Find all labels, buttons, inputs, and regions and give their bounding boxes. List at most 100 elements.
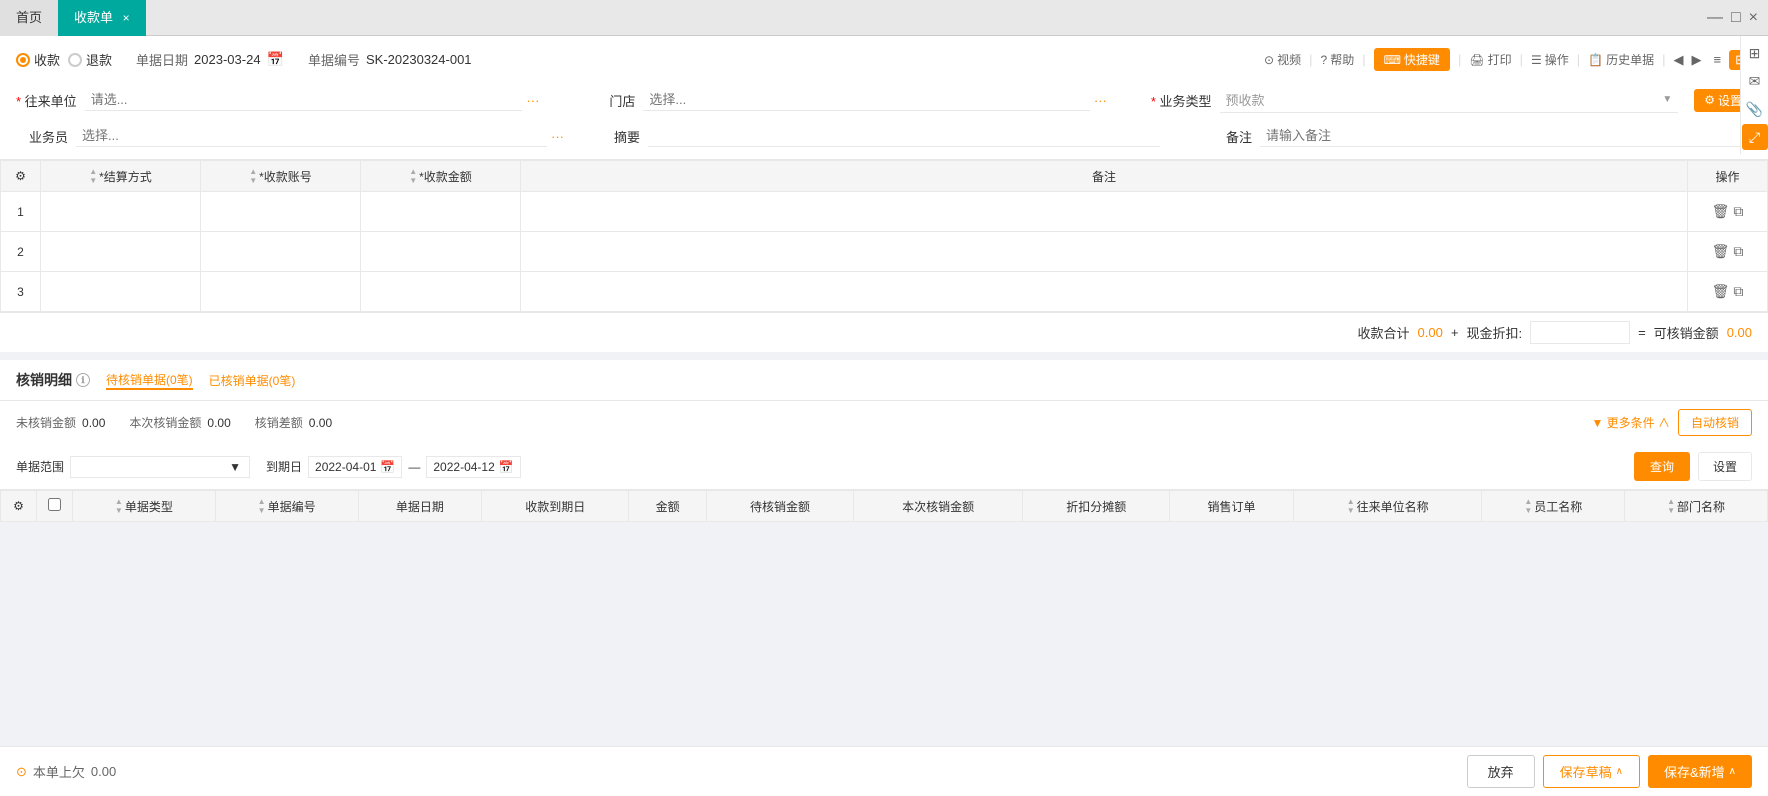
range-chevron-icon: ▼ — [229, 460, 241, 474]
history-link[interactable]: 📋 历史单据 — [1588, 51, 1654, 68]
cash-discount-input[interactable] — [1530, 321, 1630, 344]
tab-close-icon[interactable]: × — [123, 11, 130, 25]
row2-delete-icon[interactable]: 🗑 — [1712, 243, 1730, 260]
date-from-picker[interactable]: 2022-04-01 📅 — [308, 456, 402, 478]
verif-title-text: 核销明细 — [16, 370, 72, 390]
date-value: 2023-03-24 — [194, 52, 261, 67]
counterpart-label: 往来单位 — [16, 91, 85, 110]
th-settings[interactable]: ⚙ — [1, 161, 41, 192]
date-label: 单据日期 — [136, 50, 188, 69]
sum-plus: + — [1451, 325, 1459, 340]
counterpart-field: 往来单位 ··· — [16, 89, 543, 111]
save-new-button[interactable]: 保存&新增 ∧ — [1648, 755, 1752, 788]
radio-receipt-label: 收款 — [34, 50, 60, 69]
abandon-button[interactable]: 放弃 — [1467, 755, 1535, 788]
row1-delete-icon[interactable]: 🗑 — [1712, 203, 1730, 220]
verif-stats-row: 未核销金额 0.00 本次核销金额 0.00 核销差额 0.00 ▼ 更多条件 … — [0, 401, 1768, 444]
date-to-picker[interactable]: 2022-04-12 📅 — [426, 456, 520, 478]
sep4: | — [1520, 52, 1523, 67]
header-actions: ⊙ 视频 | ? 帮助 | ⌨ 快捷键 | 🖨 打印 | — [1264, 48, 1752, 71]
bth-settings[interactable]: ⚙ — [1, 491, 37, 522]
th-settlement: ▲▼ *结算方式 — [41, 161, 201, 192]
row3-account[interactable] — [201, 272, 361, 312]
counterpart-dots[interactable]: ··· — [522, 93, 543, 108]
row2-settlement[interactable] — [41, 232, 201, 272]
row2-copy-icon[interactable]: ⧉ — [1733, 243, 1743, 260]
tab-receipt[interactable]: 收款单 × — [58, 0, 146, 36]
verif-table: ⚙ ▲▼ 单据类型 ▲▼ — [0, 490, 1768, 522]
sidebar-table-icon[interactable]: ⊞ — [1742, 40, 1768, 66]
operation-link[interactable]: ☰ 操作 — [1531, 51, 1569, 68]
help-link[interactable]: ? 帮助 — [1321, 51, 1355, 68]
summary-input[interactable] — [648, 125, 1160, 147]
history-icon: 📋 — [1588, 53, 1603, 67]
table-row: 1 🗑 ⧉ — [1, 192, 1768, 232]
shortcut-button[interactable]: ⌨ 快捷键 — [1374, 48, 1450, 71]
row2-remark[interactable] — [521, 232, 1688, 272]
form-row-1: 往来单位 ··· 门店 ··· 业务类型 预收款 ▼ ⚙ — [16, 83, 1752, 117]
stat-diff-label: 核销差额 — [255, 414, 303, 431]
row1-remark[interactable] — [521, 192, 1688, 232]
sidebar-email-icon[interactable]: ✉ — [1742, 68, 1768, 94]
radio-refund[interactable]: 退款 — [68, 50, 112, 69]
remark-input[interactable] — [1260, 125, 1752, 147]
video-link[interactable]: ⊙ 视频 — [1264, 51, 1301, 68]
view-switch-icon[interactable]: ≡ — [1714, 52, 1722, 67]
tab-home[interactable]: 首页 — [0, 0, 58, 36]
verif-table-container: ⚙ ▲▼ 单据类型 ▲▼ — [0, 490, 1768, 522]
verif-setting-button[interactable]: 设置 — [1698, 452, 1752, 481]
store-input[interactable] — [643, 89, 1089, 111]
bottom-info: ⊙ 本单上欠 0.00 — [16, 762, 116, 781]
row3-settlement[interactable] — [41, 272, 201, 312]
summary-label: 摘要 — [608, 127, 648, 146]
verif-settings-icon: ⚙ — [13, 499, 24, 513]
number-value: SK-20230324-001 — [366, 52, 472, 67]
nav-prev-icon[interactable]: ◀ — [1674, 52, 1684, 68]
calendar-icon[interactable]: 📅 — [267, 51, 284, 68]
gear-icon: ⚙ — [1704, 93, 1715, 107]
sep5: | — [1577, 52, 1580, 67]
select-all-checkbox[interactable] — [48, 498, 61, 511]
sidebar-expand-icon[interactable]: ⤢ — [1742, 124, 1768, 150]
bth-due-date: 收款到期日 — [482, 491, 629, 522]
counterpart-input[interactable] — [85, 89, 523, 111]
bth-checkbox — [37, 491, 73, 522]
video-label: 视频 — [1277, 51, 1301, 68]
salesperson-input[interactable] — [76, 125, 547, 147]
sum-label2: 现金折扣: — [1466, 323, 1522, 342]
tab-pending[interactable]: 待核销单据(0笔) — [106, 371, 193, 390]
radio-receipt[interactable]: 收款 — [16, 50, 60, 69]
business-type-select[interactable]: 预收款 ▼ — [1220, 87, 1679, 113]
row3-remark[interactable] — [521, 272, 1688, 312]
nav-next-icon[interactable]: ▶ — [1692, 52, 1702, 68]
row1-amount[interactable] — [361, 192, 521, 232]
row3-delete-icon[interactable]: 🗑 — [1712, 283, 1730, 300]
sidebar-attachment-icon[interactable]: 📎 — [1742, 96, 1768, 122]
calendar-from-icon: 📅 — [380, 460, 395, 474]
row2-account[interactable] — [201, 232, 361, 272]
salesperson-dots[interactable]: ··· — [547, 129, 568, 144]
window-maximize-icon[interactable]: □ — [1731, 9, 1741, 27]
verif-info-icon[interactable]: ℹ — [76, 373, 90, 387]
range-select[interactable]: ▼ — [70, 456, 250, 478]
row3-amount[interactable] — [361, 272, 521, 312]
operation-icon: ☰ — [1531, 53, 1542, 67]
save-draft-button[interactable]: 保存草稿 ∧ — [1543, 755, 1640, 788]
date-from-value: 2022-04-01 — [315, 460, 376, 474]
print-link[interactable]: 🖨 打印 — [1469, 51, 1511, 68]
window-minimize-icon[interactable]: — — [1707, 9, 1723, 27]
receipt-table-container: ⚙ ▲▼ *结算方式 ▲▼ *收款账号 — [0, 160, 1768, 312]
row2-amount[interactable] — [361, 232, 521, 272]
row1-copy-icon[interactable]: ⧉ — [1733, 203, 1743, 220]
form-row-2: 业务员 ··· 摘要 备注 — [16, 121, 1752, 151]
window-close-icon[interactable]: × — [1749, 9, 1758, 27]
row3-copy-icon[interactable]: ⧉ — [1733, 283, 1743, 300]
row1-settlement[interactable] — [41, 192, 201, 232]
query-button[interactable]: 查询 — [1634, 452, 1690, 481]
more-filters-link[interactable]: ▼ 更多条件 ∧ — [1591, 414, 1670, 431]
row1-no: 1 — [1, 192, 41, 232]
tab-done[interactable]: 已核销单据(0笔) — [209, 372, 296, 389]
auto-verif-button[interactable]: 自动核销 — [1678, 409, 1752, 436]
store-dots[interactable]: ··· — [1090, 93, 1111, 108]
row1-account[interactable] — [201, 192, 361, 232]
